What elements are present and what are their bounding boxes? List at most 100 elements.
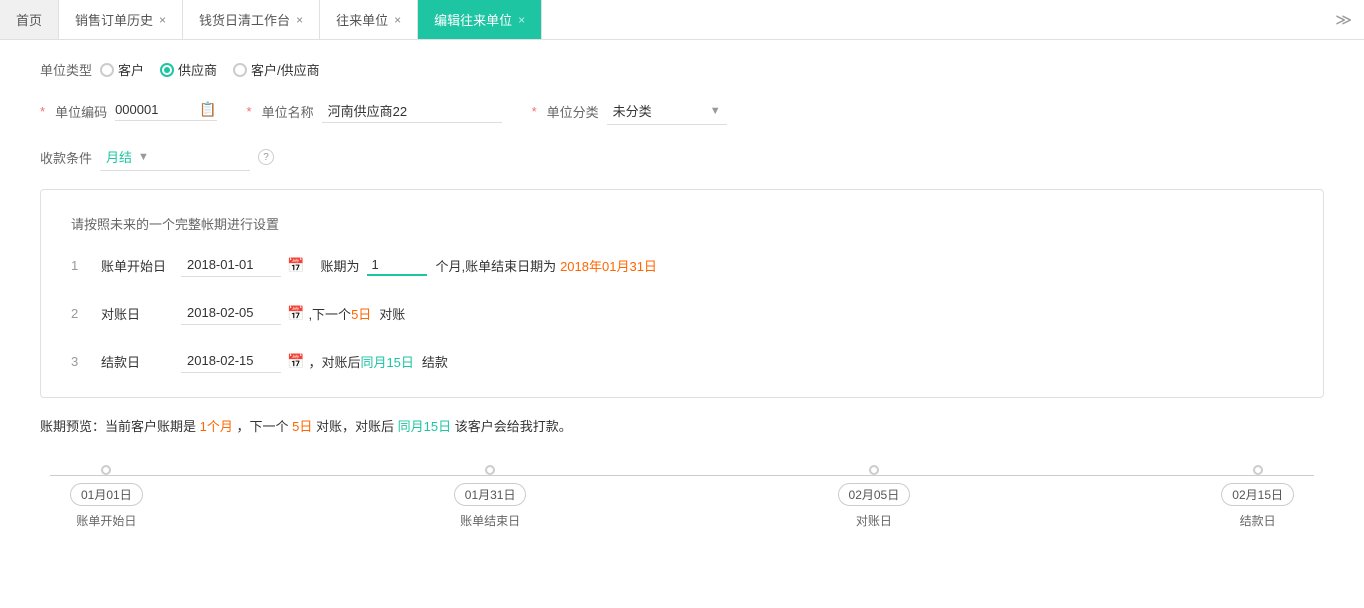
setting-row-3: 3 结款日 📅 ，对账后 同月15日 结款 bbox=[71, 349, 1293, 373]
radio-supplier[interactable]: 供应商 bbox=[160, 60, 217, 79]
tab-home[interactable]: 首页 bbox=[0, 0, 59, 39]
payment-terms-chevron-icon: ▼ bbox=[138, 151, 149, 163]
timeline-label-3: 结款日 bbox=[1240, 512, 1276, 529]
payment-suffix: 结款 bbox=[422, 352, 448, 371]
date-input-group-2: 📅 bbox=[181, 301, 304, 325]
unit-category-chevron-icon: ▼ bbox=[710, 105, 721, 117]
radio-customer-circle bbox=[100, 63, 114, 77]
timeline-dot-2 bbox=[869, 465, 879, 475]
unit-name-group: * 单位名称 bbox=[247, 99, 502, 123]
settings-box: 请按照未来的一个完整帐期进行设置 1 账单开始日 📅 账期为 个月,账单结束日期… bbox=[40, 189, 1324, 398]
tab-sales-history-close[interactable]: × bbox=[159, 13, 166, 27]
timeline-spacer-3 bbox=[910, 475, 1221, 476]
unit-category-dropdown[interactable]: 未分类 ▼ bbox=[607, 97, 727, 125]
reconcile-suffix: 对账 bbox=[379, 304, 405, 323]
preview-suffix: 该客户会给我打款。 bbox=[455, 419, 572, 434]
unit-name-required-star: * bbox=[247, 104, 252, 119]
unit-category-group: * 单位分类 未分类 ▼ bbox=[532, 97, 727, 125]
radio-supplier-label: 供应商 bbox=[178, 60, 217, 79]
date-input-group-3: 📅 bbox=[181, 349, 304, 373]
reconcile-day-highlight: 5日 bbox=[351, 304, 371, 323]
timeline-date-badge-1: 01月31日 bbox=[454, 483, 527, 506]
radio-customer[interactable]: 客户 bbox=[100, 60, 144, 79]
tab-partner-unit-label: 往来单位 bbox=[336, 10, 388, 29]
setting-num-3: 3 bbox=[71, 354, 101, 369]
period-prefix-1: 账期为 bbox=[320, 256, 359, 275]
unit-code-group: * 单位编码 📋 bbox=[40, 101, 217, 121]
payment-prefix: ，对账后 bbox=[308, 352, 360, 371]
unit-category-label: 单位分类 bbox=[547, 102, 599, 121]
preview-middle2: 对账，对账后 bbox=[316, 419, 394, 434]
tab-cash-workbench[interactable]: 钱货日清工作台 × bbox=[183, 0, 320, 39]
preview-part3: 同月15日 bbox=[398, 419, 451, 434]
timeline-label-0: 账单开始日 bbox=[76, 512, 136, 529]
reconcile-prefix: ,下一个 bbox=[308, 304, 351, 323]
tab-edit-partner[interactable]: 编辑往来单位 × bbox=[418, 0, 542, 39]
tab-edit-partner-label: 编辑往来单位 bbox=[434, 10, 512, 29]
radio-customer-supplier[interactable]: 客户/供应商 bbox=[233, 60, 320, 79]
tab-partner-unit-close[interactable]: × bbox=[394, 13, 401, 27]
payment-terms-help-icon[interactable]: ? bbox=[258, 149, 274, 165]
payment-terms-label: 收款条件 bbox=[40, 148, 92, 167]
unit-type-row: 单位类型 客户 供应商 客户/供应商 bbox=[40, 60, 1324, 79]
settings-title: 请按照未来的一个完整帐期进行设置 bbox=[71, 214, 1293, 233]
payment-day-highlight: 同月15日 bbox=[360, 352, 413, 371]
calendar-icon-1[interactable]: 📅 bbox=[287, 257, 304, 274]
payment-terms-row: 收款条件 月结 ▼ ? bbox=[40, 143, 1324, 171]
date-input-2[interactable] bbox=[181, 301, 281, 325]
timeline-point-0: 01月01日 账单开始日 bbox=[70, 465, 143, 529]
timeline-spacer-1 bbox=[143, 475, 454, 476]
unit-type-group: 单位类型 客户 供应商 客户/供应商 bbox=[40, 60, 320, 79]
setting-num-1: 1 bbox=[71, 258, 101, 273]
setting-row-2: 2 对账日 📅 ,下一个 5日 对账 bbox=[71, 301, 1293, 325]
tab-edit-partner-close[interactable]: × bbox=[518, 13, 525, 27]
timeline-label-1: 账单结束日 bbox=[460, 512, 520, 529]
timeline-date-badge-0: 01月01日 bbox=[70, 483, 143, 506]
date-input-1[interactable] bbox=[181, 253, 281, 277]
setting-num-2: 2 bbox=[71, 306, 101, 321]
timeline-point-2: 02月05日 对账日 bbox=[838, 465, 911, 529]
unit-name-input[interactable] bbox=[322, 99, 502, 123]
preview-prefix: 账期预览：当前客户账期是 bbox=[40, 419, 196, 434]
setting-field-label-1: 账单开始日 bbox=[101, 256, 181, 275]
payment-terms-dropdown[interactable]: 月结 ▼ bbox=[100, 143, 250, 171]
radio-group-unit-type: 客户 供应商 客户/供应商 bbox=[100, 60, 320, 79]
timeline-date-badge-3: 02月15日 bbox=[1221, 483, 1294, 506]
timeline-dot-0 bbox=[101, 465, 111, 475]
radio-supplier-circle bbox=[160, 63, 174, 77]
radio-supplier-dot bbox=[164, 67, 170, 73]
timeline-point-1: 01月31日 账单结束日 bbox=[454, 465, 527, 529]
expand-button[interactable]: ≫ bbox=[1323, 0, 1364, 39]
tab-sales-history[interactable]: 销售订单历史 × bbox=[59, 0, 183, 39]
period-input[interactable] bbox=[367, 255, 427, 276]
timeline-dot-1 bbox=[485, 465, 495, 475]
date-input-3[interactable] bbox=[181, 349, 281, 373]
tab-sales-history-label: 销售订单历史 bbox=[75, 10, 153, 29]
preview-text: 账期预览：当前客户账期是 1个月 ，下一个 5日 对账，对账后 同月15日 该客… bbox=[40, 416, 1324, 435]
expand-icon: ≫ bbox=[1335, 10, 1352, 30]
main-content: 单位类型 客户 供应商 客户/供应商 bbox=[0, 40, 1364, 608]
end-date-highlight: 2018年01月31日 bbox=[560, 256, 657, 275]
unit-category-required-star: * bbox=[532, 104, 537, 119]
calendar-icon-3[interactable]: 📅 bbox=[287, 353, 304, 370]
preview-part2: 5日 bbox=[292, 419, 312, 434]
period-suffix-1: 个月,账单结束日期为 bbox=[435, 256, 556, 275]
unit-info-row: * 单位编码 📋 * 单位名称 * 单位分类 未分类 ▼ bbox=[40, 97, 1324, 125]
payment-terms-group: 收款条件 月结 ▼ ? bbox=[40, 143, 274, 171]
unit-code-label: 单位编码 bbox=[55, 102, 107, 121]
tab-partner-unit[interactable]: 往来单位 × bbox=[320, 0, 418, 39]
setting-field-label-3: 结款日 bbox=[101, 352, 181, 371]
calendar-icon-2[interactable]: 📅 bbox=[287, 305, 304, 322]
timeline-point-3: 02月15日 结款日 bbox=[1221, 465, 1294, 529]
payment-terms-value: 月结 bbox=[106, 147, 132, 166]
date-input-group-1: 📅 bbox=[181, 253, 304, 277]
setting-row-1: 1 账单开始日 📅 账期为 个月,账单结束日期为 2018年01月31日 bbox=[71, 253, 1293, 277]
setting-field-label-2: 对账日 bbox=[101, 304, 181, 323]
timeline-date-badge-2: 02月05日 bbox=[838, 483, 911, 506]
tab-cash-workbench-close[interactable]: × bbox=[296, 13, 303, 27]
unit-code-input-group: 📋 bbox=[115, 101, 216, 121]
unit-code-required-star: * bbox=[40, 104, 45, 119]
unit-code-copy-icon[interactable]: 📋 bbox=[199, 101, 216, 118]
unit-name-label: 单位名称 bbox=[262, 102, 314, 121]
unit-code-input[interactable] bbox=[115, 102, 195, 117]
